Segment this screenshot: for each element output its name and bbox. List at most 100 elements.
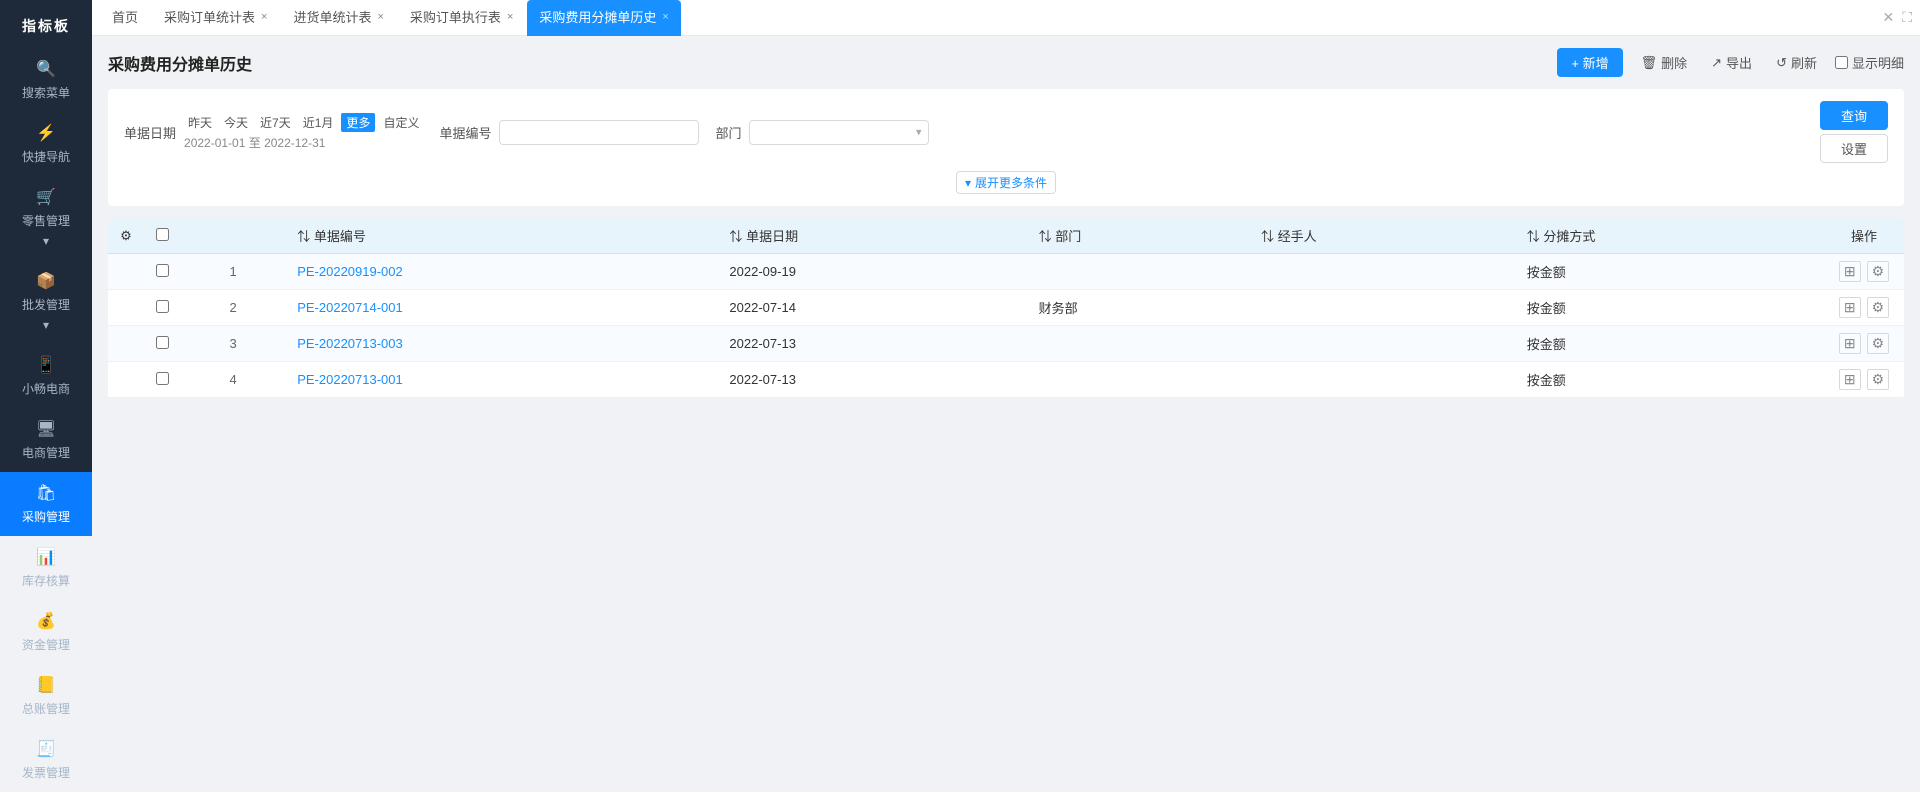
row-checkbox[interactable] [156,372,169,385]
shortcut-yesterday[interactable]: 昨天 [184,113,216,132]
expand-row: ▾ 展开更多条件 [124,171,1888,194]
row-handler [1249,254,1515,290]
sidebar-item-invoice[interactable]: 🧾 发票管理 [0,728,92,792]
row-checkbox[interactable] [156,300,169,313]
sidebar-item-ledger[interactable]: 📒 总账管理 [0,664,92,728]
row-dept [1027,326,1249,362]
shortcut-today[interactable]: 今天 [220,113,252,132]
shortcut-1month[interactable]: 近1月 [299,113,338,132]
add-button[interactable]: + 新增 [1557,48,1622,77]
row-checkbox-cell [144,254,181,290]
table-col-setting[interactable]: ⚙ [108,218,144,254]
table-col-doc-num[interactable]: ⇅ 单据编号 [285,218,717,254]
sidebar-item-nav[interactable]: ⚡ 快捷导航 [0,112,92,176]
shortcut-custom[interactable]: 自定义 [379,113,423,132]
row-split-method: 按金额 [1515,362,1824,398]
sidebar-item-label: 总账管理 [22,700,70,718]
dept-field: 部门 财务部 [715,120,929,145]
row-actions: ⊞ ⚙ [1824,290,1904,326]
page-area: 采购费用分摊单历史 + 新增 🗑 删除 ↗ 导出 ↺ 刷新 显示明细 [92,36,1920,511]
delete-button[interactable]: 🗑 删除 [1635,49,1694,76]
show-cols-checkbox[interactable] [1835,56,1848,69]
export-button[interactable]: ↗ 导出 [1705,49,1758,76]
edit-icon[interactable]: ⚙ [1867,369,1890,390]
row-actions: ⊞ ⚙ [1824,326,1904,362]
sidebar-item-finance[interactable]: 💰 资金管理 [0,600,92,664]
setting-button[interactable]: 设置 [1820,134,1888,163]
table-col-doc-date[interactable]: ⇅ 单据日期 [717,218,1026,254]
row-doc-date: 2022-09-19 [717,254,1026,290]
tab-purchase-order-stat[interactable]: 采购订单统计表 × [152,0,279,36]
view-icon[interactable]: ⊞ [1839,261,1861,282]
row-handler [1249,326,1515,362]
table-col-seq [181,218,285,254]
row-setting-cell [108,290,144,326]
row-seq: 4 [181,362,285,398]
sidebar-item-wholesale[interactable]: 📦 批发管理 ▾ [0,260,92,344]
table-col-handler[interactable]: ⇅ 经手人 [1249,218,1515,254]
delete-icon: 🗑 [1641,55,1658,71]
view-icon[interactable]: ⊞ [1839,369,1861,390]
sort-icon: ⇅ [1261,229,1274,244]
row-handler [1249,290,1515,326]
tab-home[interactable]: 首页 [100,0,150,36]
doc-num-link[interactable]: PE-20220714-001 [297,300,403,315]
tab-close-icon[interactable]: × [507,11,513,23]
doc-num-link[interactable]: PE-20220713-001 [297,372,403,387]
row-doc-date: 2022-07-14 [717,290,1026,326]
tab-purchase-order-exec[interactable]: 采购订单执行表 × [398,0,525,36]
refresh-button[interactable]: ↺ 刷新 [1770,49,1823,76]
row-dept [1027,254,1249,290]
maximize-icon[interactable]: ⛶ [1902,9,1912,26]
sidebar-item-label: 搜索菜单 [22,84,70,102]
date-field-group: 昨天 今天 近7天 近1月 更多 自定义 2022-01-01 至 2022-1… [184,113,423,151]
date-range-text: 2022-01-01 至 2022-12-31 [184,134,423,151]
edit-icon[interactable]: ⚙ [1867,261,1890,282]
tab-close-icon[interactable]: × [261,11,267,23]
query-button[interactable]: 查询 [1820,101,1888,130]
show-cols-toggle[interactable]: 显示明细 [1835,53,1904,72]
sidebar-item-inventory[interactable]: 📊 库存核算 [0,536,92,600]
table-row: 3 PE-20220713-003 2022-07-13 按金额 ⊞ ⚙ [108,326,1904,362]
sidebar-item-purchase[interactable]: 🛍 采购管理 [0,472,92,536]
edit-icon[interactable]: ⚙ [1867,297,1890,318]
sidebar-item-mobile[interactable]: 📱 小畅电商 [0,344,92,408]
doc-num-link[interactable]: PE-20220713-003 [297,336,403,351]
row-checkbox[interactable] [156,264,169,277]
view-icon[interactable]: ⊞ [1839,333,1861,354]
table-col-split-method[interactable]: ⇅ 分摊方式 [1515,218,1824,254]
sidebar-item-label: 批发管理 [22,296,70,314]
row-dept [1027,362,1249,398]
sidebar-item-label: 快捷导航 [22,148,70,166]
shortcut-7days[interactable]: 近7天 [256,113,295,132]
view-icon[interactable]: ⊞ [1839,297,1861,318]
row-doc-num: PE-20220714-001 [285,290,717,326]
shortcut-more[interactable]: 更多 [341,113,375,132]
purchase-icon: 🛍 [36,482,56,506]
row-doc-date: 2022-07-13 [717,362,1026,398]
doc-num-input[interactable] [499,120,699,145]
close-all-icon[interactable]: ✕ [1882,9,1894,26]
sidebar-item-retail[interactable]: 🛒 零售管理 ▾ [0,176,92,260]
table-col-dept[interactable]: ⇅ 部门 [1027,218,1249,254]
row-doc-date: 2022-07-13 [717,326,1026,362]
tab-close-icon[interactable]: × [377,11,383,23]
tab-inbound-stat[interactable]: 进货单统计表 × [281,0,395,36]
tab-purchase-order-stat-label: 采购订单统计表 [164,7,255,26]
date-label: 单据日期 [124,123,176,142]
sidebar-item-search[interactable]: 🔍 搜索菜单 [0,48,92,112]
edit-icon[interactable]: ⚙ [1867,333,1890,354]
select-all-checkbox[interactable] [156,228,169,241]
tab-bar: 首页 采购订单统计表 × 进货单统计表 × 采购订单执行表 × 采购费用分摊单历… [92,0,1920,36]
delete-label: 删除 [1661,53,1687,72]
tab-home-label: 首页 [112,7,138,26]
row-checkbox[interactable] [156,336,169,349]
doc-num-link[interactable]: PE-20220919-002 [297,264,403,279]
dept-select[interactable]: 财务部 [749,120,929,145]
tab-purchase-fee-history[interactable]: 采购费用分摊单历史 × [527,0,680,36]
ecommerce-icon: 🖥 [36,418,56,442]
sort-icon: ⇅ [1039,229,1052,244]
tab-close-icon[interactable]: × [662,11,668,23]
expand-button[interactable]: ▾ 展开更多条件 [956,171,1056,194]
sidebar-item-ecommerce[interactable]: 🖥 电商管理 [0,408,92,472]
